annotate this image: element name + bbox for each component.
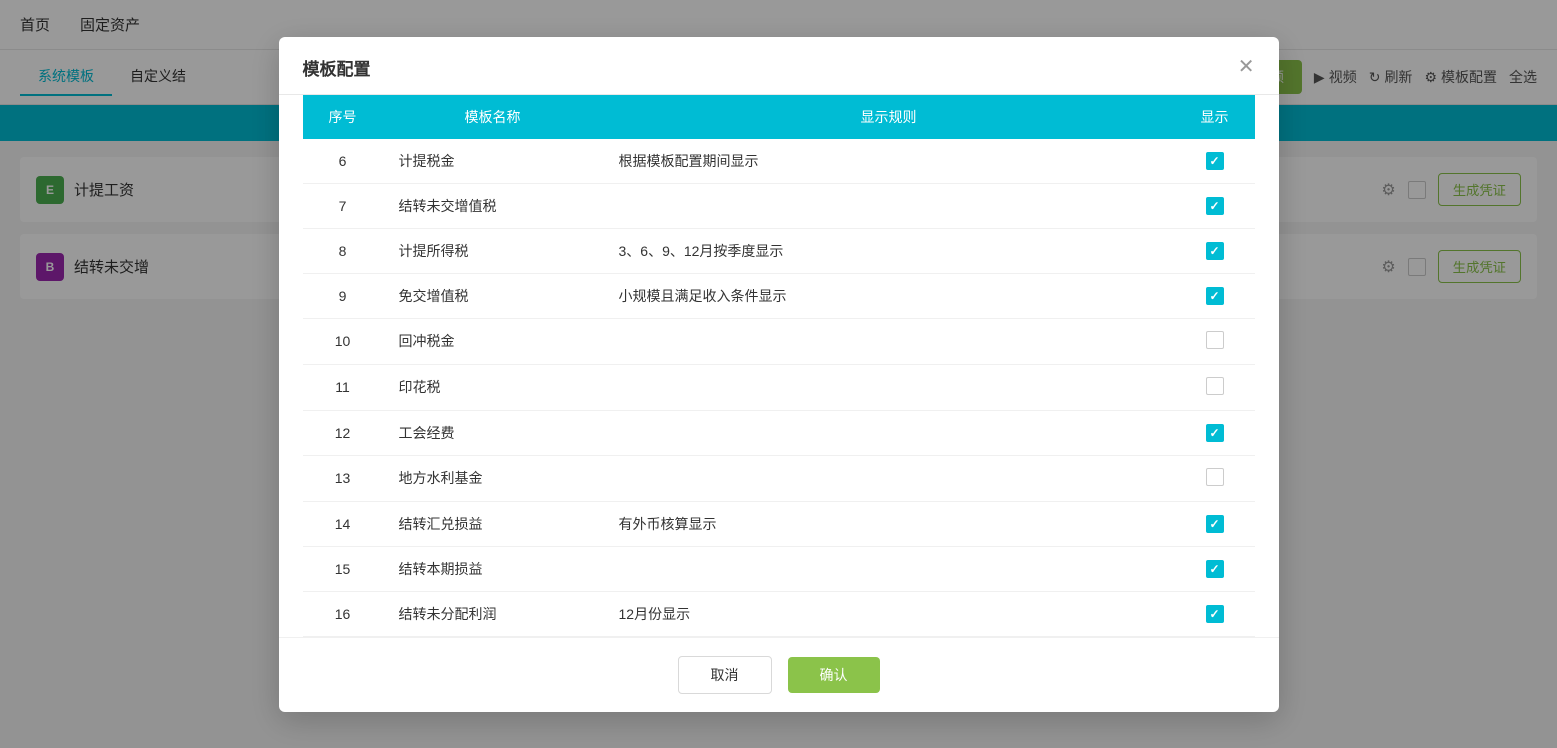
modal-body: 序号 模板名称 显示规则 显示 6计提税金根据模板配置期间显示7结转未交增值税8… [279, 95, 1279, 637]
cell-rule-9 [603, 546, 1175, 591]
cell-display-10 [1175, 591, 1255, 636]
col-header-display: 显示 [1175, 95, 1255, 139]
table-row: 16结转未分配利润12月份显示 [303, 591, 1255, 636]
cell-name-9: 结转本期损益 [383, 546, 603, 591]
checkbox-row-3[interactable] [1206, 287, 1224, 305]
table-row: 10回冲税金 [303, 318, 1255, 364]
modal-close-button[interactable]: ✕ [1238, 57, 1255, 77]
table-row: 6计提税金根据模板配置期间显示 [303, 139, 1255, 184]
cell-name-10: 结转未分配利润 [383, 591, 603, 636]
cell-rule-0: 根据模板配置期间显示 [603, 139, 1175, 184]
cell-id-3: 9 [303, 273, 383, 318]
modal-overlay: 模板配置 ✕ 序号 模板名称 显示规则 显示 6计提税金根据模板配置期间显示7结… [0, 0, 1557, 748]
cell-display-2 [1175, 228, 1255, 273]
cell-display-3 [1175, 273, 1255, 318]
cell-id-6: 12 [303, 410, 383, 455]
cell-name-8: 结转汇兑损益 [383, 501, 603, 546]
cell-display-0 [1175, 139, 1255, 184]
cell-display-1 [1175, 183, 1255, 228]
cell-name-4: 回冲税金 [383, 318, 603, 364]
cancel-button[interactable]: 取消 [678, 656, 772, 694]
cell-rule-3: 小规模且满足收入条件显示 [603, 273, 1175, 318]
table-row: 15结转本期损益 [303, 546, 1255, 591]
cell-rule-8: 有外币核算显示 [603, 501, 1175, 546]
cell-id-7: 13 [303, 455, 383, 501]
cell-display-5 [1175, 364, 1255, 410]
checkbox-row-0[interactable] [1206, 152, 1224, 170]
cell-id-4: 10 [303, 318, 383, 364]
cell-rule-2: 3、6、9、12月按季度显示 [603, 228, 1175, 273]
modal-title: 模板配置 [303, 55, 371, 80]
cell-name-2: 计提所得税 [383, 228, 603, 273]
cell-rule-6 [603, 410, 1175, 455]
table-header-row: 序号 模板名称 显示规则 显示 [303, 95, 1255, 139]
cell-id-0: 6 [303, 139, 383, 184]
cell-name-7: 地方水利基金 [383, 455, 603, 501]
checkbox-row-6[interactable] [1206, 424, 1224, 442]
checkbox-row-7[interactable] [1206, 468, 1224, 486]
table-row: 13地方水利基金 [303, 455, 1255, 501]
col-header-id: 序号 [303, 95, 383, 139]
cell-name-0: 计提税金 [383, 139, 603, 184]
cell-id-1: 7 [303, 183, 383, 228]
confirm-button[interactable]: 确认 [788, 657, 880, 693]
cell-name-5: 印花税 [383, 364, 603, 410]
cell-rule-5 [603, 364, 1175, 410]
table-body: 6计提税金根据模板配置期间显示7结转未交增值税8计提所得税3、6、9、12月按季… [303, 139, 1255, 637]
cell-name-1: 结转未交增值税 [383, 183, 603, 228]
checkbox-row-5[interactable] [1206, 377, 1224, 395]
cell-rule-10: 12月份显示 [603, 591, 1175, 636]
cell-display-7 [1175, 455, 1255, 501]
table-row: 11印花税 [303, 364, 1255, 410]
checkbox-row-4[interactable] [1206, 331, 1224, 349]
cell-display-6 [1175, 410, 1255, 455]
cell-id-8: 14 [303, 501, 383, 546]
cell-name-6: 工会经费 [383, 410, 603, 455]
checkbox-row-9[interactable] [1206, 560, 1224, 578]
modal-footer: 取消 确认 [279, 637, 1279, 712]
cell-id-9: 15 [303, 546, 383, 591]
cell-display-8 [1175, 501, 1255, 546]
cell-display-9 [1175, 546, 1255, 591]
table-row: 14结转汇兑损益有外币核算显示 [303, 501, 1255, 546]
table-row: 7结转未交增值税 [303, 183, 1255, 228]
cell-id-10: 16 [303, 591, 383, 636]
cell-rule-4 [603, 318, 1175, 364]
modal-template-config: 模板配置 ✕ 序号 模板名称 显示规则 显示 6计提税金根据模板配置期间显示7结… [279, 37, 1279, 712]
col-header-rule: 显示规则 [603, 95, 1175, 139]
cell-id-2: 8 [303, 228, 383, 273]
cell-id-5: 11 [303, 364, 383, 410]
checkbox-row-10[interactable] [1206, 605, 1224, 623]
checkbox-row-8[interactable] [1206, 515, 1224, 533]
checkbox-row-2[interactable] [1206, 242, 1224, 260]
checkbox-row-1[interactable] [1206, 197, 1224, 215]
cell-rule-1 [603, 183, 1175, 228]
table-row: 9免交增值税小规模且满足收入条件显示 [303, 273, 1255, 318]
modal-header: 模板配置 ✕ [279, 37, 1279, 95]
table-row: 8计提所得税3、6、9、12月按季度显示 [303, 228, 1255, 273]
cell-display-4 [1175, 318, 1255, 364]
cell-name-3: 免交增值税 [383, 273, 603, 318]
table-row: 12工会经费 [303, 410, 1255, 455]
cell-rule-7 [603, 455, 1175, 501]
config-table: 序号 模板名称 显示规则 显示 6计提税金根据模板配置期间显示7结转未交增值税8… [303, 95, 1255, 637]
col-header-name: 模板名称 [383, 95, 603, 139]
